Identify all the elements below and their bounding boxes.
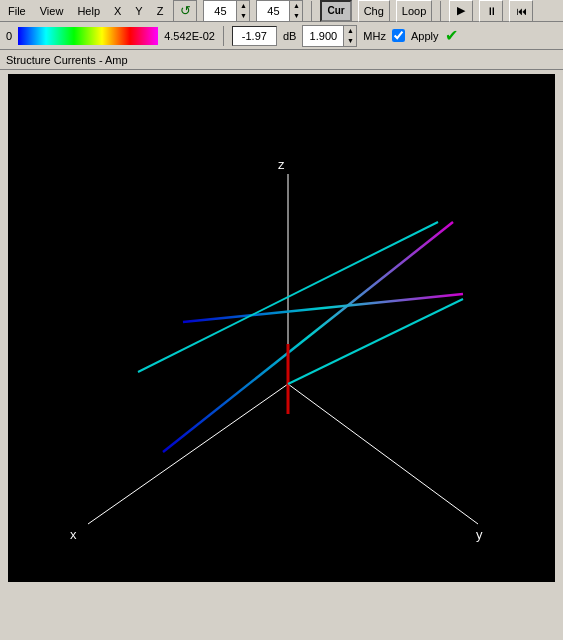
separator-3: [223, 26, 224, 46]
menu-file[interactable]: File: [4, 3, 30, 19]
svg-line-2: [288, 384, 478, 524]
colorbar-min: 0: [6, 30, 12, 42]
y-spin-up[interactable]: ▲: [290, 1, 302, 11]
x-spin-input[interactable]: [204, 1, 236, 21]
svg-line-1: [88, 384, 288, 524]
colorbar-row: 0 4.542E-02 dB ▲ ▼ MHz Apply ✔: [0, 22, 563, 50]
y-spin-down[interactable]: ▼: [290, 11, 302, 21]
mhz-up[interactable]: ▲: [344, 26, 356, 36]
svg-line-7: [288, 299, 463, 384]
y-spin-input[interactable]: [257, 1, 289, 21]
view-title-text: Structure Currents - Amp: [6, 54, 128, 66]
apply-checkbox[interactable]: [392, 29, 405, 42]
menu-help[interactable]: Help: [73, 3, 104, 19]
chg-button[interactable]: Chg: [358, 0, 390, 22]
menu-x[interactable]: X: [110, 3, 125, 19]
mhz-input[interactable]: [303, 26, 343, 46]
apply-label[interactable]: Apply: [411, 30, 439, 42]
x-spin-arrows: ▲ ▼: [236, 1, 249, 21]
canvas-area[interactable]: z x y: [8, 74, 555, 582]
refresh-icon[interactable]: ↺: [173, 0, 197, 22]
view-title: Structure Currents - Amp: [0, 50, 563, 70]
db-input[interactable]: [232, 26, 277, 46]
menubar: File View Help X Y Z ↺ ▲ ▼ ▲ ▼ Cur Chg L…: [0, 0, 563, 22]
svg-text:y: y: [476, 527, 483, 542]
pause-button[interactable]: ⏸: [479, 0, 503, 22]
mhz-input-container: ▲ ▼: [302, 25, 357, 47]
confirm-icon[interactable]: ✔: [445, 26, 458, 45]
loop-button[interactable]: Loop: [396, 0, 432, 22]
x-spin-container: ▲ ▼: [203, 0, 250, 22]
mhz-label: MHz: [363, 30, 386, 42]
colorbar-max: 4.542E-02: [164, 30, 215, 42]
svg-text:x: x: [70, 527, 77, 542]
cur-button[interactable]: Cur: [320, 0, 351, 22]
svg-line-4: [183, 294, 463, 322]
colorbar: [18, 27, 158, 45]
x-spin-up[interactable]: ▲: [237, 1, 249, 11]
y-spin-arrows: ▲ ▼: [289, 1, 302, 21]
mhz-arrows: ▲ ▼: [343, 26, 356, 46]
separator-1: [311, 1, 312, 21]
separator-2: [440, 1, 441, 21]
rewind-button[interactable]: ⏮: [509, 0, 533, 22]
menu-y[interactable]: Y: [131, 3, 146, 19]
play-button[interactable]: ▶: [449, 0, 473, 22]
db-label: dB: [283, 30, 296, 42]
mhz-down[interactable]: ▼: [344, 36, 356, 46]
plot-svg: z x y: [8, 74, 555, 582]
menu-view[interactable]: View: [36, 3, 68, 19]
y-spin-container: ▲ ▼: [256, 0, 303, 22]
menu-z[interactable]: Z: [153, 3, 168, 19]
x-spin-down[interactable]: ▼: [237, 11, 249, 21]
svg-text:z: z: [278, 157, 285, 172]
